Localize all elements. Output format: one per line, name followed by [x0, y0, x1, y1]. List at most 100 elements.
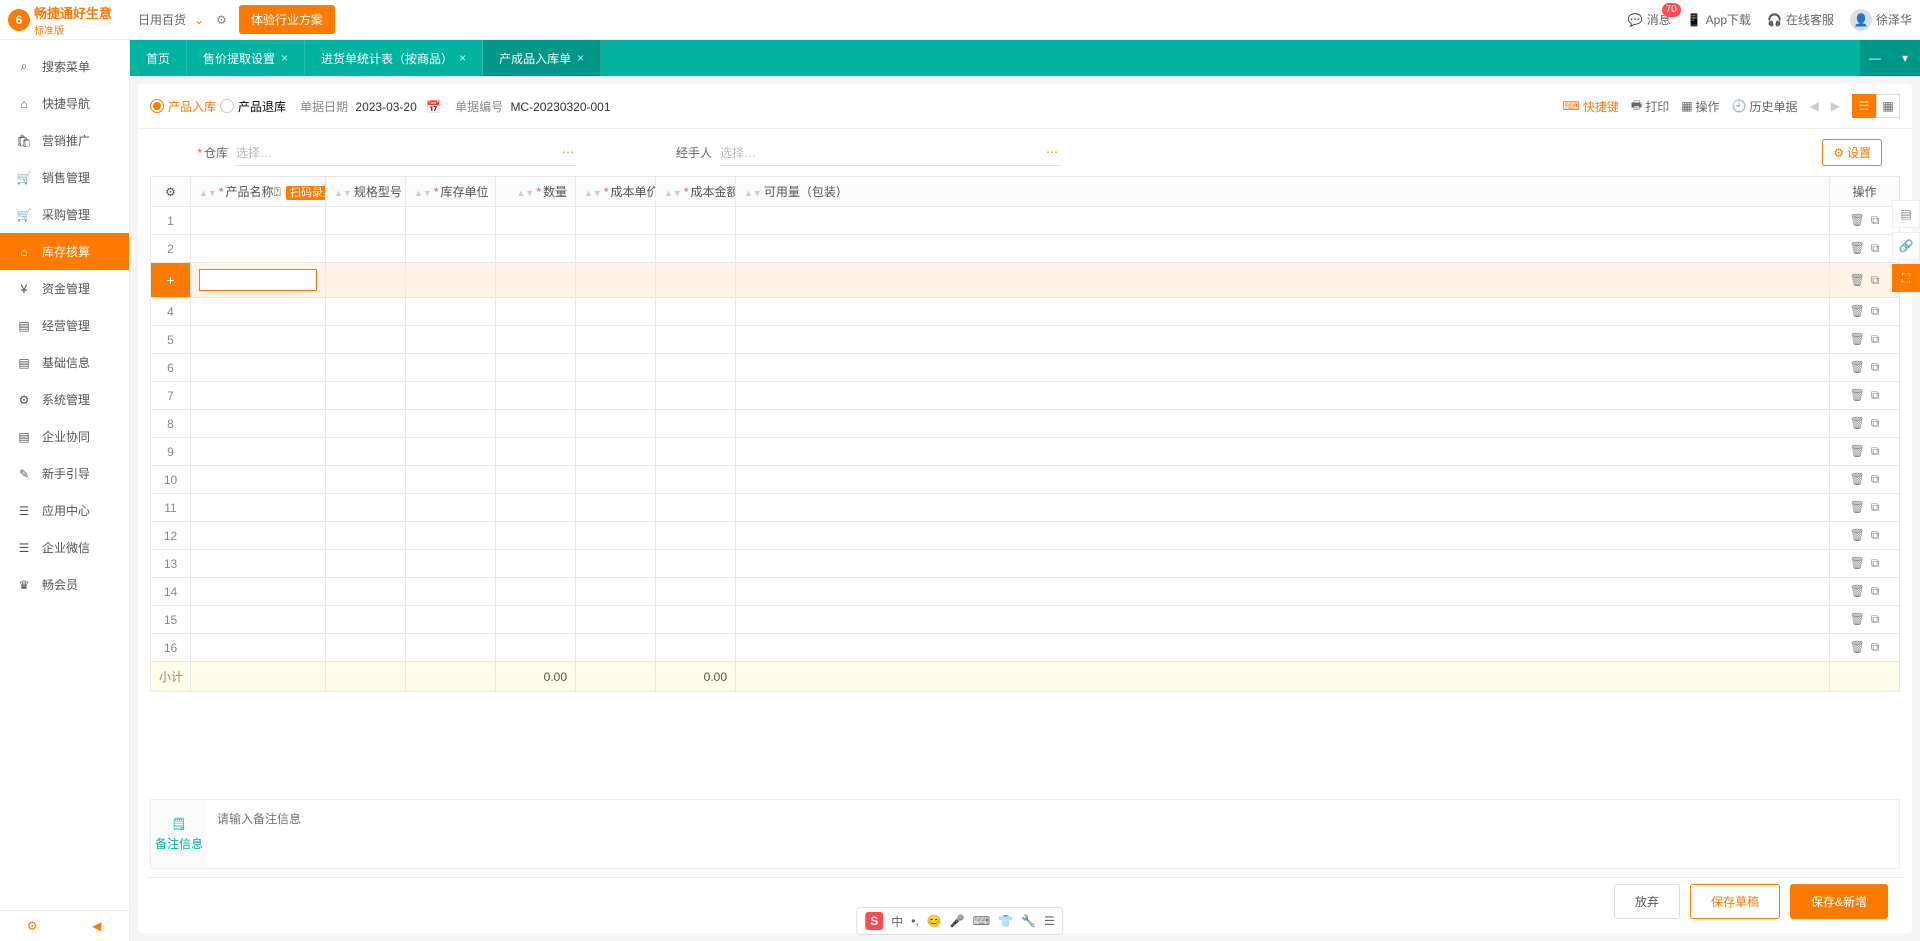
warehouse-select[interactable]: 选择…⋯ — [236, 140, 576, 166]
date-field[interactable]: 单据日期 2023-03-20 📅 — [300, 98, 441, 115]
sidebar-settings-icon[interactable]: ⚙ — [0, 911, 65, 941]
copy-icon[interactable]: ⧉ — [1871, 332, 1880, 346]
settings-button[interactable]: ⚙设置 — [1822, 139, 1882, 166]
operate-link[interactable]: ▦操作 — [1681, 98, 1719, 115]
gear-icon[interactable]: ⚙ — [216, 13, 227, 27]
user-menu[interactable]: 👤 徐泽华 — [1850, 9, 1912, 31]
view-list-button[interactable]: ☰ — [1852, 94, 1876, 118]
tab-menu-button[interactable]: ▾ — [1890, 40, 1920, 76]
print-link[interactable]: 🖶打印 — [1631, 96, 1669, 117]
table-row[interactable]: 4🗑⧉ — [151, 298, 1900, 326]
radio-product-out[interactable]: 产品退库 — [220, 98, 286, 115]
copy-icon[interactable]: ⧉ — [1871, 273, 1880, 287]
table-row[interactable]: 6🗑⧉ — [151, 354, 1900, 382]
tab-minimize-button[interactable]: — — [1860, 40, 1890, 76]
tab-3[interactable]: 产成品入库单× — [483, 40, 601, 76]
table-row[interactable]: 7🗑⧉ — [151, 382, 1900, 410]
delete-icon[interactable]: 🗑 — [1850, 241, 1865, 255]
online-service-link[interactable]: 🎧 在线客服 — [1767, 11, 1834, 28]
sidebar-item-13[interactable]: ☰企业微信 — [0, 529, 129, 566]
ime-mic-icon[interactable]: 🎤 — [950, 914, 965, 928]
product-name-input[interactable] — [199, 269, 317, 291]
delete-icon[interactable]: 🗑 — [1850, 304, 1865, 318]
sidebar-item-9[interactable]: ⚙系统管理 — [0, 381, 129, 418]
side-tool-expand-icon[interactable]: ⛶ — [1892, 264, 1920, 292]
remark-input[interactable] — [207, 800, 1899, 868]
sidebar-item-4[interactable]: 🛒采购管理 — [0, 196, 129, 233]
table-row[interactable]: 15🗑⧉ — [151, 606, 1900, 634]
handler-select[interactable]: 选择…⋯ — [720, 140, 1060, 166]
table-row[interactable]: 2🗑⧉ — [151, 235, 1900, 263]
copy-icon[interactable]: ⧉ — [1871, 472, 1880, 486]
table-row[interactable]: 1🗑⧉ — [151, 207, 1900, 235]
tab-0[interactable]: 首页 — [130, 40, 187, 76]
tab-1[interactable]: 售价提取设置× — [187, 40, 305, 76]
copy-icon[interactable]: ⧉ — [1871, 360, 1880, 374]
col-unit[interactable]: ▲▼*库存单位 — [406, 177, 496, 207]
table-row[interactable]: 9🗑⧉ — [151, 438, 1900, 466]
sidebar-item-14[interactable]: ♛畅会员 — [0, 566, 129, 603]
ime-emoji-icon[interactable]: 😊 — [927, 914, 942, 928]
copy-icon[interactable]: ⧉ — [1871, 304, 1880, 318]
copy-icon[interactable]: ⧉ — [1871, 640, 1880, 654]
delete-icon[interactable]: 🗑 — [1850, 556, 1865, 570]
sidebar-item-6[interactable]: ¥资金管理 — [0, 270, 129, 307]
table-row[interactable]: 8🗑⧉ — [151, 410, 1900, 438]
delete-icon[interactable]: 🗑 — [1850, 213, 1865, 227]
app-download-link[interactable]: 📱 App下载 — [1687, 11, 1751, 28]
close-icon[interactable]: × — [459, 51, 466, 65]
table-row[interactable]: 16🗑⧉ — [151, 634, 1900, 662]
side-tool-1[interactable]: ▤ — [1892, 200, 1920, 228]
history-link[interactable]: 🕘历史单据 — [1732, 98, 1798, 115]
copy-icon[interactable]: ⧉ — [1871, 416, 1880, 430]
col-product[interactable]: ▲▼*产品名称⍰ 扫码录入 — [191, 177, 326, 207]
delete-icon[interactable]: 🗑 — [1850, 360, 1865, 374]
radio-product-in[interactable]: 产品入库 — [150, 98, 216, 115]
ime-lang[interactable]: 中 — [891, 913, 903, 930]
copy-icon[interactable]: ⧉ — [1871, 213, 1880, 227]
col-settings[interactable]: ⚙ — [151, 177, 191, 207]
messages-link[interactable]: 💬 消息 70 — [1628, 11, 1671, 28]
next-icon[interactable]: ▶ — [1831, 99, 1840, 113]
delete-icon[interactable]: 🗑 — [1850, 416, 1865, 430]
close-icon[interactable]: × — [577, 51, 584, 65]
add-row-icon[interactable]: + — [162, 271, 180, 289]
table-row[interactable]: 5🗑⧉ — [151, 326, 1900, 354]
delete-icon[interactable]: 🗑 — [1850, 640, 1865, 654]
copy-icon[interactable]: ⧉ — [1871, 241, 1880, 255]
delete-icon[interactable]: 🗑 — [1850, 332, 1865, 346]
copy-icon[interactable]: ⧉ — [1871, 500, 1880, 514]
ime-toolbar[interactable]: S 中 •, 😊 🎤 ⌨ 👕 🔧 ☰ — [856, 907, 1063, 935]
sidebar-item-1[interactable]: ⌂快捷导航 — [0, 85, 129, 122]
delete-icon[interactable]: 🗑 — [1850, 612, 1865, 626]
sidebar-item-12[interactable]: ☰应用中心 — [0, 492, 129, 529]
copy-icon[interactable]: ⧉ — [1871, 388, 1880, 402]
shortcut-link[interactable]: ⌨快捷键 — [1563, 98, 1619, 115]
col-price[interactable]: ▲▼*成本单价 — [576, 177, 656, 207]
copy-icon[interactable]: ⧉ — [1871, 584, 1880, 598]
sidebar-collapse-icon[interactable]: ◀ — [65, 911, 130, 941]
copy-icon[interactable]: ⧉ — [1871, 528, 1880, 542]
sidebar-item-11[interactable]: ✎新手引导 — [0, 455, 129, 492]
sidebar-item-0[interactable]: ⌕搜索菜单 — [0, 48, 129, 85]
table-row[interactable]: +🗑⧉ — [151, 263, 1900, 298]
delete-icon[interactable]: 🗑 — [1850, 472, 1865, 486]
save-draft-button[interactable]: 保存草稿 — [1690, 884, 1780, 919]
copy-icon[interactable]: ⧉ — [1871, 556, 1880, 570]
ime-keyboard-icon[interactable]: ⌨ — [973, 914, 990, 928]
sidebar-item-8[interactable]: ▤基础信息 — [0, 344, 129, 381]
copy-icon[interactable]: ⧉ — [1871, 444, 1880, 458]
table-row[interactable]: 10🗑⧉ — [151, 466, 1900, 494]
sidebar-item-5[interactable]: ⌂库存核算 — [0, 233, 129, 270]
delete-icon[interactable]: 🗑 — [1850, 388, 1865, 402]
save-new-button[interactable]: 保存&新增 — [1790, 884, 1888, 919]
col-qty[interactable]: ▲▼*数量 — [496, 177, 576, 207]
calendar-icon[interactable]: 📅 — [426, 100, 441, 114]
category-selector[interactable]: 日用百货 ⌄ — [138, 11, 204, 28]
col-amount[interactable]: ▲▼*成本金额 — [656, 177, 736, 207]
table-row[interactable]: 12🗑⧉ — [151, 522, 1900, 550]
close-icon[interactable]: × — [281, 51, 288, 65]
view-card-button[interactable]: ▦ — [1876, 94, 1900, 118]
delete-icon[interactable]: 🗑 — [1850, 500, 1865, 514]
table-row[interactable]: 13🗑⧉ — [151, 550, 1900, 578]
